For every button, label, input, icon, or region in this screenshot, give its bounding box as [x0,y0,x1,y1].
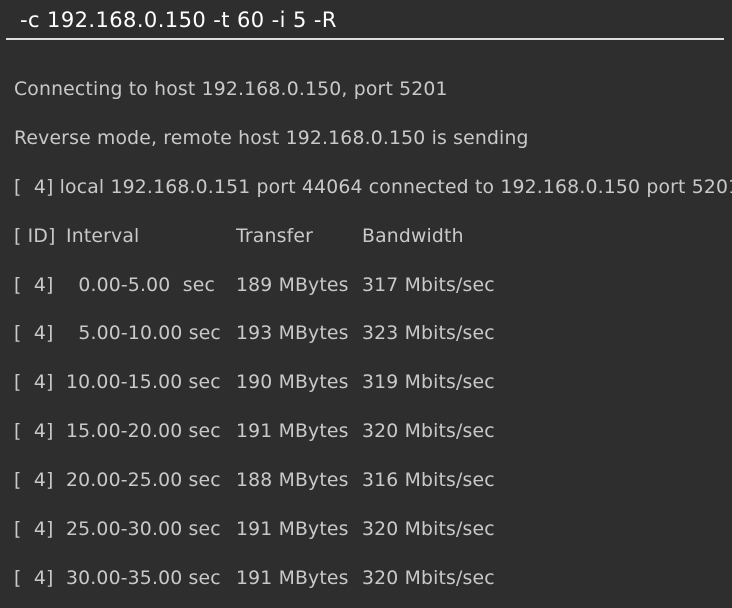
preamble-line: Reverse mode, remote host 192.168.0.150 … [14,127,718,151]
preamble-line: Connecting to host 192.168.0.150, port 5… [14,78,718,102]
interval-row: [ 4]20.00-25.00 sec188 MBytes316 Mbits/s… [14,469,718,493]
hdr-bandwidth: Bandwidth [362,225,586,249]
preamble-line: [ 4] local 192.168.0.151 port 44064 conn… [14,176,718,200]
interval-row: [ 4] 5.00-10.00 sec193 MBytes323 Mbits/s… [14,322,718,346]
terminal-output: Connecting to host 192.168.0.150, port 5… [0,40,732,608]
interval-row: [ 4]15.00-20.00 sec191 MBytes320 Mbits/s… [14,420,718,444]
interval-row: [ 4]10.00-15.00 sec190 MBytes319 Mbits/s… [14,371,718,395]
interval-row: [ 4] 0.00-5.00 sec189 MBytes317 Mbits/se… [14,274,718,298]
hdr-id: [ ID] [14,225,66,249]
interval-row: [ 4]30.00-35.00 sec191 MBytes320 Mbits/s… [14,567,718,591]
hdr-transfer: Transfer [236,225,362,249]
command-bar[interactable]: -c 192.168.0.150 -t 60 -i 5 -R [6,0,724,40]
column-header: [ ID]IntervalTransferBandwidth [14,225,718,249]
interval-row: [ 4]25.00-30.00 sec191 MBytes320 Mbits/s… [14,518,718,542]
hdr-interval: Interval [66,225,236,249]
command-text: -c 192.168.0.150 -t 60 -i 5 -R [20,8,337,32]
